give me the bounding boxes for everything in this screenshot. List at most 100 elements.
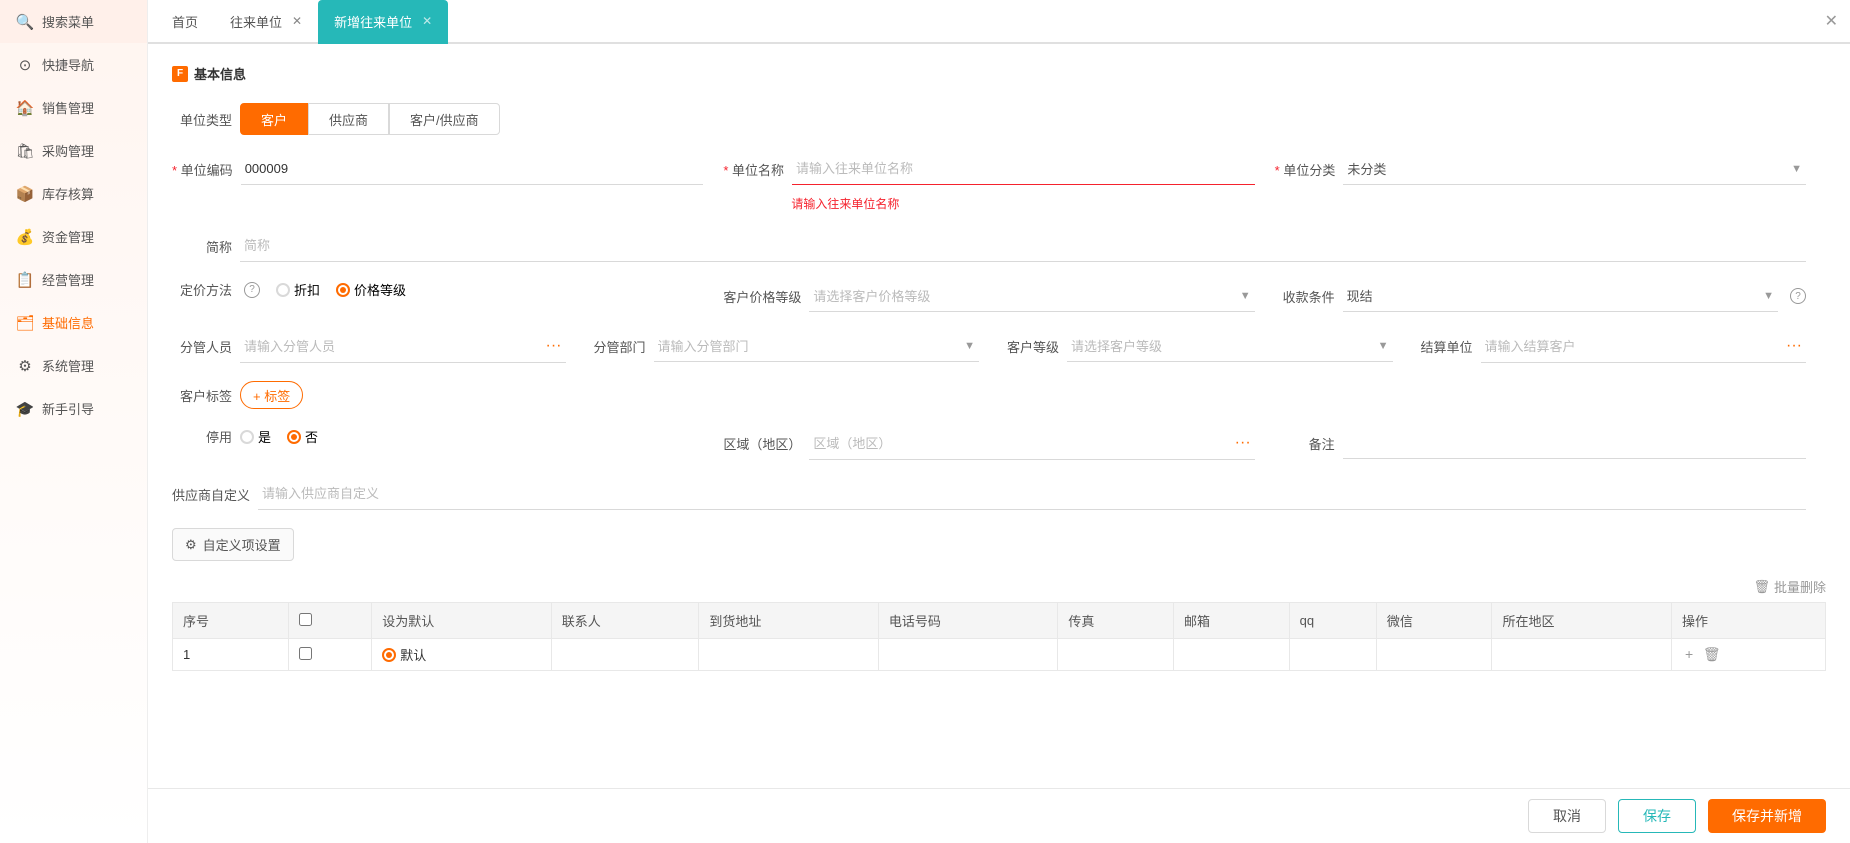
price-level-radio-circle	[336, 283, 350, 297]
manager-label: 分管人员	[172, 337, 232, 356]
manager-input-group: ···	[240, 330, 566, 363]
payment-terms-select[interactable]: 现结 ▼	[1343, 280, 1778, 312]
close-all-tabs-button[interactable]: ✕	[1825, 11, 1838, 31]
tab-new-counterparty[interactable]: 新增往来单位 ✕	[318, 0, 448, 44]
tab-home[interactable]: 首页	[156, 0, 214, 44]
short-name-input[interactable]	[240, 230, 1806, 262]
row-add-btn[interactable]: +	[1682, 646, 1696, 662]
add-tag-label: + 标签	[253, 386, 290, 405]
sidebar-item-system[interactable]: ⚙ 系统管理	[0, 344, 147, 387]
col-region: 所在地区	[1492, 603, 1672, 639]
section-title-label: 基本信息	[194, 64, 246, 83]
type-btn-customer[interactable]: 客户	[240, 103, 308, 135]
sidebar-item-finance[interactable]: 💰 资金管理	[0, 215, 147, 258]
pricing-method-help[interactable]: ?	[244, 282, 260, 298]
settlement-unit-more-btn[interactable]: ···	[1782, 337, 1806, 355]
form-content: F 基本信息 单位类型 客户 供应商 客户/供应商 单位编码 单位名称	[148, 44, 1850, 788]
region-field: 区域（地区） ···	[723, 427, 1254, 460]
sidebar-item-basic[interactable]: 🗂 基础信息	[0, 301, 147, 344]
department-select[interactable]: 请输入分管部门 ▼	[654, 330, 980, 362]
disable-yes-circle	[240, 430, 254, 444]
short-name-field: 简称	[172, 230, 1806, 262]
unit-category-select[interactable]: 未分类 ▼	[1343, 153, 1806, 185]
tab-counterparty[interactable]: 往来单位 ✕	[214, 0, 318, 44]
settlement-unit-input-group: ···	[1481, 330, 1807, 363]
sidebar-item-purchase[interactable]: 🛍 采购管理	[0, 129, 147, 172]
sidebar-item-label-basic: 基础信息	[42, 313, 94, 332]
payment-terms-help[interactable]: ?	[1790, 288, 1806, 304]
row-checkbox[interactable]	[299, 647, 312, 660]
customer-level-field: 客户等级 请选择客户等级 ▼	[999, 330, 1393, 362]
gear-icon: ⚙	[185, 537, 197, 553]
customer-price-level-select[interactable]: 请选择客户价格等级 ▼	[809, 280, 1254, 312]
add-tag-button[interactable]: + 标签	[240, 381, 303, 409]
save-new-button[interactable]: 保存并新增	[1708, 799, 1826, 833]
manager-field: 分管人员 ···	[172, 330, 566, 363]
col-phone: 电话号码	[878, 603, 1058, 639]
batch-delete-btn[interactable]: 🗑 批量删除	[172, 577, 1826, 596]
disable-radio-yes[interactable]: 是	[240, 427, 271, 446]
settlement-unit-input[interactable]	[1481, 330, 1783, 362]
unit-type-row: 单位类型 客户 供应商 客户/供应商	[172, 103, 1826, 135]
tab-new-counterparty-close[interactable]: ✕	[422, 14, 432, 28]
settlement-unit-label: 结算单位	[1413, 337, 1473, 356]
row-actions: + 🗑	[1672, 639, 1826, 671]
row-seq: 1	[173, 639, 289, 671]
supplier-custom-row: 供应商自定义	[172, 478, 1826, 510]
sidebar-item-operations[interactable]: 📋 经营管理	[0, 258, 147, 301]
unit-category-label: 单位分类	[1275, 160, 1336, 179]
supplier-custom-input[interactable]	[258, 478, 1806, 510]
sidebar-item-search[interactable]: 🔍 搜索菜单	[0, 0, 147, 43]
sidebar-item-guide[interactable]: 🎓 新手引导	[0, 387, 147, 430]
select-all-checkbox[interactable]	[299, 613, 312, 626]
tab-counterparty-close[interactable]: ✕	[292, 14, 302, 28]
custom-settings-label: 自定义项设置	[203, 535, 281, 554]
finance-icon: 💰	[16, 228, 34, 246]
row-email	[1174, 639, 1290, 671]
row-address	[699, 639, 879, 671]
shortcut-icon: ⊙	[16, 56, 34, 74]
disable-label: 停用	[172, 427, 232, 446]
manager-more-btn[interactable]: ···	[542, 337, 566, 355]
short-name-label: 简称	[172, 237, 232, 256]
custom-settings-button[interactable]: ⚙ 自定义项设置	[172, 528, 294, 561]
disable-radio-no[interactable]: 否	[287, 427, 318, 446]
region-more-btn[interactable]: ···	[1231, 434, 1255, 452]
unit-code-input[interactable]	[241, 153, 704, 185]
customer-level-arrow: ▼	[1378, 340, 1389, 352]
sidebar-item-sales[interactable]: 🏠 销售管理	[0, 86, 147, 129]
supplier-custom-field: 供应商自定义	[172, 478, 1806, 510]
row-default-radio[interactable]: 默认	[382, 645, 541, 664]
unit-name-input[interactable]	[792, 153, 1255, 185]
region-label: 区域（地区）	[723, 434, 801, 453]
col-email: 邮箱	[1174, 603, 1290, 639]
price-level-radio-label: 价格等级	[354, 280, 406, 299]
row-default-label: 默认	[400, 645, 426, 664]
remark-input[interactable]	[1343, 427, 1806, 459]
pricing-radio-price-level[interactable]: 价格等级	[336, 280, 406, 299]
section-basic-info: F 基本信息	[172, 64, 1826, 83]
col-wechat: 微信	[1376, 603, 1492, 639]
save-button[interactable]: 保存	[1618, 799, 1696, 833]
sidebar-item-label-guide: 新手引导	[42, 399, 94, 418]
region-input[interactable]	[809, 427, 1230, 459]
cancel-button[interactable]: 取消	[1528, 799, 1606, 833]
sidebar-item-inventory[interactable]: 📦 库存核算	[0, 172, 147, 215]
pricing-radio-discount[interactable]: 折扣	[276, 280, 320, 299]
sidebar-item-shortcut[interactable]: ⊙ 快捷导航	[0, 43, 147, 86]
type-btn-both[interactable]: 客户/供应商	[389, 103, 500, 135]
manager-input[interactable]	[240, 330, 542, 362]
unit-name-field: 单位名称 请输入往来单位名称	[723, 153, 1254, 212]
customer-price-level-arrow: ▼	[1240, 290, 1251, 302]
manager-row: 分管人员 ··· 分管部门 请输入分管部门 ▼ 客户等级 请选择客户等级 ▼	[172, 330, 1826, 363]
row-contact	[551, 639, 699, 671]
sidebar-item-label-search: 搜索菜单	[42, 12, 94, 31]
type-btn-supplier[interactable]: 供应商	[308, 103, 389, 135]
unit-code-label: 单位编码	[172, 160, 233, 179]
customer-tag-label: 客户标签	[172, 386, 232, 405]
unit-name-error-msg: 请输入往来单位名称	[791, 195, 899, 212]
customer-level-select[interactable]: 请选择客户等级 ▼	[1067, 330, 1393, 362]
row-delete-btn[interactable]: 🗑	[1700, 646, 1724, 663]
pricing-radio-group: 折扣 价格等级	[276, 280, 406, 299]
row-wechat	[1376, 639, 1492, 671]
